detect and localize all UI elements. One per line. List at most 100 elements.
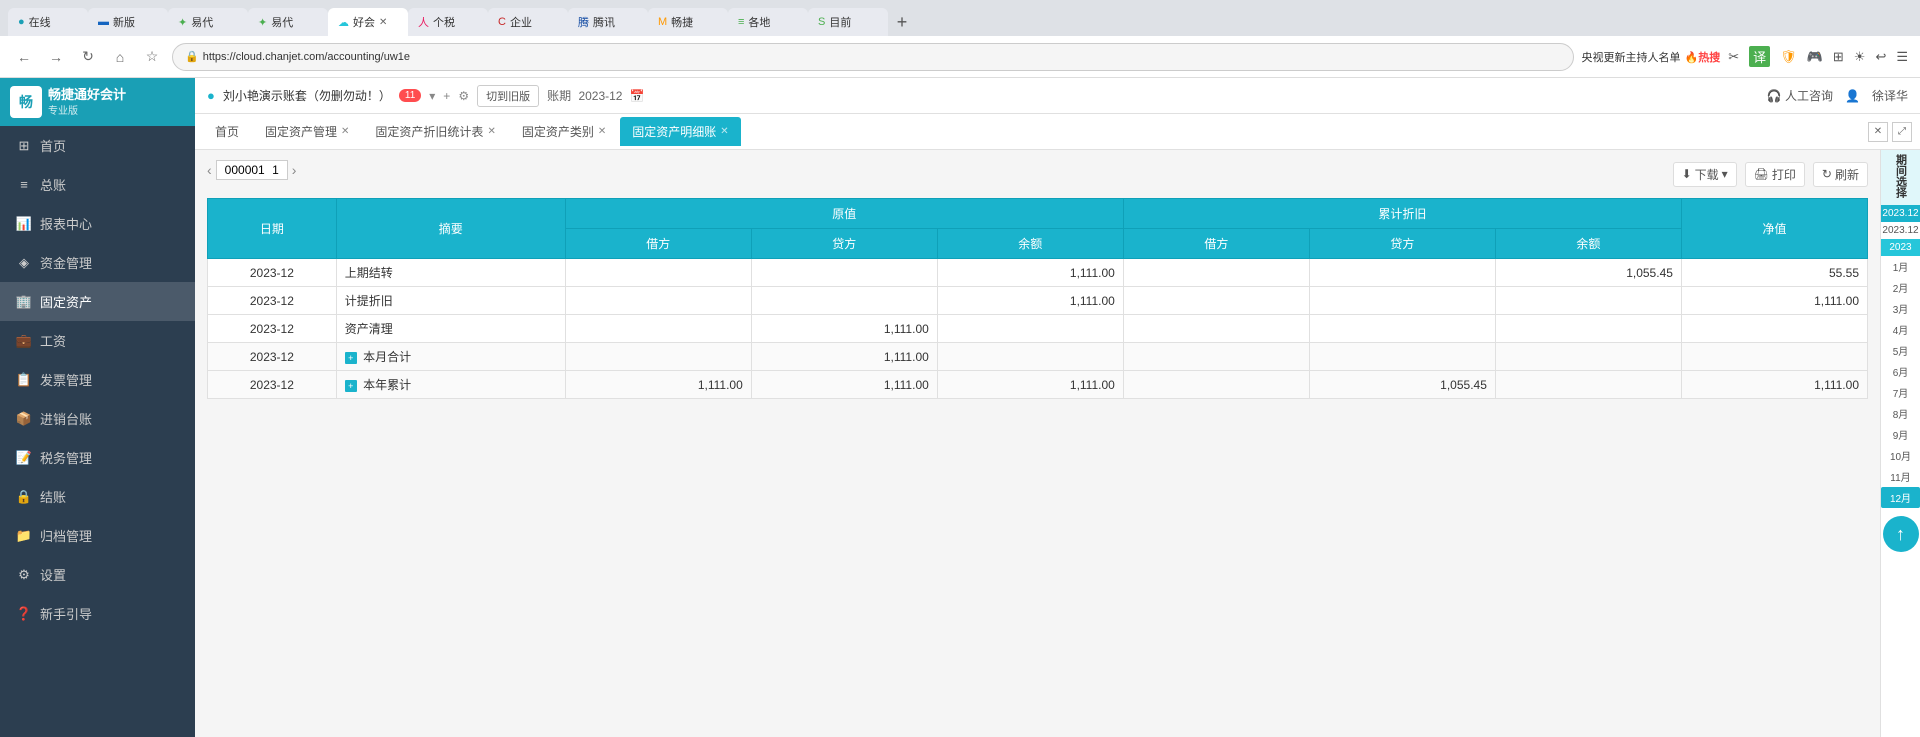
period-month-1[interactable]: 1月 [1881, 256, 1920, 277]
tab-muqian[interactable]: S 目前 [808, 8, 888, 36]
url-bar[interactable]: 🔒 https://cloud.chanjet.com/accounting/u… [172, 43, 1574, 71]
game-icon[interactable]: 🎮 [1807, 49, 1823, 65]
reload-button[interactable]: ↻ [76, 45, 100, 69]
action-buttons: ⬇ 下载 ▾ 🖨 打印 ↻ 刷新 [1673, 162, 1868, 187]
consult-button[interactable]: 🎧 人工咨询 [1767, 87, 1833, 104]
switch-version-button[interactable]: 切到旧版 [477, 85, 539, 107]
period-month-7[interactable]: 7月 [1881, 382, 1920, 403]
period-month-8[interactable]: 8月 [1881, 403, 1920, 424]
cell-acc-balance [1495, 315, 1681, 343]
close-tab-icon[interactable]: ✕ [341, 126, 349, 137]
sidebar-item-closing[interactable]: 🔒 结账 [0, 477, 195, 516]
sidebar-item-label: 税务管理 [40, 448, 92, 467]
sidebar-item-invoices[interactable]: 📋 发票管理 [0, 360, 195, 399]
tab-depreciation-stats[interactable]: 固定资产折旧统计表 ✕ [363, 117, 507, 146]
minimize-button[interactable]: ✕ [1868, 122, 1888, 142]
sidebar-item-inventory[interactable]: 📦 进销台账 [0, 399, 195, 438]
sidebar-item-tax[interactable]: 📝 税务管理 [0, 438, 195, 477]
browser-toolbar: ✂ 译 🛡 🎮 ⊞ ☀ ↩ ☰ [1728, 46, 1908, 67]
user-avatar: 👤 [1845, 89, 1860, 103]
tab-xinban[interactable]: ▬ 新版 [88, 8, 168, 36]
shield-icon[interactable]: 🛡 [1780, 49, 1797, 65]
close-tab-icon[interactable]: ✕ [720, 126, 728, 137]
cell-acc-debit [1123, 343, 1309, 371]
period-2023[interactable]: 2023 [1881, 239, 1920, 256]
new-tab-button[interactable]: + [888, 8, 916, 36]
col-header-acc-credit: 贷方 [1309, 229, 1495, 259]
cell-orig-balance: 1,111.00 [937, 287, 1123, 315]
period-month-6[interactable]: 6月 [1881, 361, 1920, 382]
sidebar-item-home[interactable]: ⊞ 首页 [0, 126, 195, 165]
tab-yidai1[interactable]: ✦ 易代 [168, 8, 248, 36]
cell-net-value: 55.55 [1681, 259, 1867, 287]
forward-button[interactable]: → [44, 45, 68, 69]
tab-asset-detail-ledger[interactable]: 固定资产明细账 ✕ [620, 117, 740, 146]
period-month-9[interactable]: 9月 [1881, 424, 1920, 445]
sidebar-item-label: 总账 [40, 175, 66, 194]
sidebar-item-reports[interactable]: 📊 报表中心 [0, 204, 195, 243]
header-right: 🎧 人工咨询 👤 徐译华 [1767, 87, 1908, 104]
sidebar-item-settings[interactable]: ⚙ 设置 [0, 555, 195, 594]
grid-icon[interactable]: ⊞ [1833, 49, 1844, 65]
funds-icon: ◈ [16, 255, 32, 271]
period-month-3[interactable]: 3月 [1881, 298, 1920, 319]
maximize-button[interactable]: ⤢ [1892, 122, 1912, 142]
print-icon: 🖨 [1754, 167, 1769, 181]
calendar-icon[interactable]: 📅 [630, 89, 645, 103]
table-row: 2023-12 计提折旧 1,111.00 1,111.00 [208, 287, 1868, 315]
next-page-button[interactable]: › [292, 162, 297, 178]
sidebar-item-archive[interactable]: 📁 归档管理 [0, 516, 195, 555]
period-2023-12-second[interactable]: 2023.12 [1881, 222, 1920, 239]
bookmark-button[interactable]: ☆ [140, 45, 164, 69]
content-area: ‹ 000001 1 › ⬇ 下载 ▾ [195, 150, 1880, 737]
menu-icon[interactable]: ☰ [1896, 49, 1908, 65]
translate-icon[interactable]: 译 [1749, 46, 1770, 67]
history-icon[interactable]: ↩ [1875, 49, 1886, 65]
add-icon[interactable]: + [443, 89, 450, 103]
period-month-11[interactable]: 11月 [1881, 466, 1920, 487]
sidebar-item-fixed-assets[interactable]: 🏢 固定资产 [0, 282, 195, 321]
dropdown-icon[interactable]: ▾ [429, 89, 435, 103]
tab-changjie[interactable]: M 畅捷 [648, 8, 728, 36]
download-button[interactable]: ⬇ 下载 ▾ [1673, 162, 1737, 187]
print-button[interactable]: 🖨 打印 [1745, 162, 1805, 187]
search-area: 央视更新主持人名单 🔥热搜 [1582, 49, 1721, 65]
close-tab-icon[interactable]: ✕ [598, 126, 606, 137]
period-month-12[interactable]: 12月 [1881, 487, 1920, 508]
tab-zaixin[interactable]: ● 在线 [8, 8, 88, 36]
sidebar-item-guide[interactable]: ❓ 新手引导 [0, 594, 195, 633]
period-month-10[interactable]: 10月 [1881, 445, 1920, 466]
tab-yidai2[interactable]: ✦ 易代 [248, 8, 328, 36]
tab-tengxun[interactable]: 腾 腾讯 [568, 8, 648, 36]
tab-geshui[interactable]: 人 个税 [408, 8, 488, 36]
settings-small-icon[interactable]: ⚙ [458, 89, 469, 103]
tab-asset-category[interactable]: 固定资产类别 ✕ [510, 117, 618, 146]
close-icon[interactable]: ✕ [379, 17, 387, 28]
period-2023-12-first[interactable]: 2023.12 [1881, 205, 1920, 222]
tab-haohui[interactable]: ☁ 好会 ✕ [328, 8, 408, 36]
sidebar-item-label: 归档管理 [40, 526, 92, 545]
period-month-4[interactable]: 4月 [1881, 319, 1920, 340]
sun-icon[interactable]: ☀ [1854, 49, 1866, 65]
col-header-net-value: 净值 [1681, 199, 1867, 259]
sidebar: 畅 畅捷通好会计 专业版 ⊞ 首页 ≡ 总账 📊 报表中心 ◈ 资金管理 🏢 固… [0, 78, 195, 737]
tab-gedi[interactable]: ≡ 各地 [728, 8, 808, 36]
col-header-accumulated-depreciation: 累计折旧 [1123, 199, 1681, 229]
sidebar-item-funds[interactable]: ◈ 资金管理 [0, 243, 195, 282]
back-button[interactable]: ← [12, 45, 36, 69]
sidebar-item-salary[interactable]: 💼 工资 [0, 321, 195, 360]
sidebar-item-general-ledger[interactable]: ≡ 总账 [0, 165, 195, 204]
period-month-2[interactable]: 2月 [1881, 277, 1920, 298]
tab-home[interactable]: 首页 [203, 117, 251, 146]
prev-page-button[interactable]: ‹ [207, 162, 212, 178]
ledger-icon: ≡ [16, 177, 32, 193]
home-button[interactable]: ⌂ [108, 45, 132, 69]
refresh-button[interactable]: ↻ 刷新 [1813, 162, 1868, 187]
cell-orig-debit [565, 343, 751, 371]
tab-qiye[interactable]: C 企业 [488, 8, 568, 36]
cut-icon[interactable]: ✂ [1728, 49, 1739, 65]
scroll-top-button[interactable]: ↑ [1883, 516, 1919, 552]
tab-fixed-assets-mgmt[interactable]: 固定资产管理 ✕ [253, 117, 361, 146]
period-month-5[interactable]: 5月 [1881, 340, 1920, 361]
close-tab-icon[interactable]: ✕ [487, 126, 495, 137]
